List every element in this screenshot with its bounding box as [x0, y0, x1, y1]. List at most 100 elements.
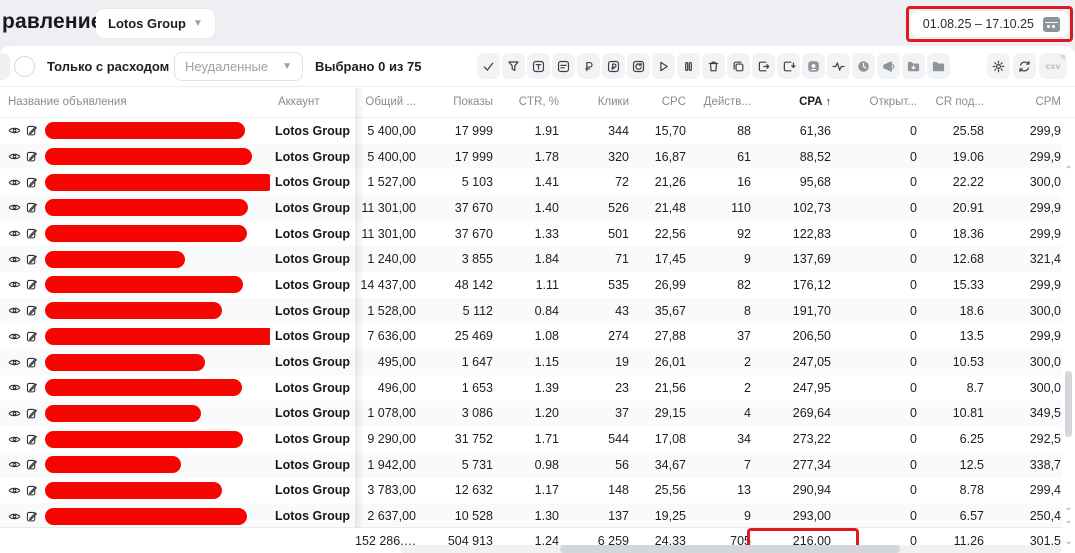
- refresh-button[interactable]: [1013, 53, 1036, 79]
- eye-icon[interactable]: [8, 356, 21, 369]
- column-header-impressions[interactable]: Показы: [430, 96, 507, 108]
- edit-icon[interactable]: [25, 381, 38, 394]
- table-row[interactable]: Lotos Group 5 400,00 17 999 1.78 320 16,87 61 8…: [0, 143, 1075, 170]
- table-row[interactable]: Lotos Group 5 400,00 17 999 1.91 344 15,70 88 6…: [0, 118, 1075, 144]
- eye-icon[interactable]: [8, 330, 21, 343]
- column-header-cpm[interactable]: CPM: [998, 96, 1075, 108]
- table-row[interactable]: Lotos Group 2 637,00 10 528 1.30 137 19,25 9 29…: [0, 503, 1075, 529]
- restart-button[interactable]: [627, 53, 650, 79]
- table-row[interactable]: Lotos Group 9 290,00 31 752 1.71 544 17,08 34 2…: [0, 426, 1075, 452]
- ruble-button[interactable]: [577, 53, 600, 79]
- eye-icon[interactable]: [8, 253, 21, 266]
- scroll-up-icon[interactable]: ⌃: [1062, 521, 1075, 531]
- edit-icon[interactable]: [25, 330, 38, 343]
- import-button[interactable]: [777, 53, 800, 79]
- scroll-down-icon[interactable]: ⌄: [1062, 537, 1075, 547]
- deleted-status-select[interactable]: Неудаленные ▼: [174, 52, 303, 81]
- column-header-cr[interactable]: CR под...: [931, 96, 998, 108]
- edit-icon[interactable]: [25, 124, 38, 137]
- table-row[interactable]: Lotos Group 7 636,00 25 469 1.08 274 27,88 37 2…: [0, 324, 1075, 350]
- edit-icon[interactable]: [25, 407, 38, 420]
- opens-cell: 0: [910, 252, 917, 267]
- column-header-opens[interactable]: Открыт...: [845, 96, 931, 108]
- filter-button[interactable]: [502, 53, 525, 79]
- edit-icon[interactable]: [25, 484, 38, 497]
- copy-button[interactable]: [727, 53, 750, 79]
- edit-icon[interactable]: [25, 433, 38, 446]
- column-header-account[interactable]: Аккаунт: [270, 96, 355, 108]
- play-button[interactable]: [652, 53, 675, 79]
- folder-button[interactable]: [927, 53, 950, 79]
- scroll-up-icon[interactable]: ⌃: [1062, 166, 1075, 176]
- edit-icon[interactable]: [25, 458, 38, 471]
- column-header-actions[interactable]: Действ...: [700, 96, 765, 108]
- edit-icon[interactable]: [25, 176, 38, 189]
- vertical-scrollbar-thumb[interactable]: [1065, 371, 1072, 437]
- account-selector[interactable]: Lotos Group ▼: [96, 9, 215, 38]
- table-row[interactable]: Lotos Group 14 437,00 48 142 1.11 535 26,99 82…: [0, 272, 1075, 298]
- title-button[interactable]: [527, 53, 550, 79]
- table-row[interactable]: Lotos Group 3 783,00 12 632 1.17 148 25,56 13 2…: [0, 478, 1075, 504]
- only-with-spend-checkbox[interactable]: [14, 56, 35, 77]
- megaphone-button[interactable]: [877, 53, 900, 79]
- edit-icon[interactable]: [25, 510, 38, 523]
- table-row[interactable]: Lotos Group 1 240,00 3 855 1.84 71 17,45 9 137,…: [0, 246, 1075, 273]
- edit-icon[interactable]: [25, 150, 38, 163]
- eye-icon[interactable]: [8, 201, 21, 214]
- eye-icon[interactable]: [8, 510, 21, 523]
- folder-add-button[interactable]: [902, 53, 925, 79]
- eye-icon[interactable]: [8, 278, 21, 291]
- actions-cell: 9: [744, 509, 751, 524]
- cpa-cell: 88,52: [799, 149, 831, 164]
- column-header-cpa[interactable]: CPA ↑: [765, 96, 845, 108]
- table-row[interactable]: Lotos Group 11 301,00 37 670 1.33 501 22,56 92…: [0, 221, 1075, 247]
- eye-icon[interactable]: [8, 150, 21, 163]
- impressions-cell: 1 647: [461, 355, 493, 370]
- table-row[interactable]: Lotos Group 1 942,00 5 731 0.98 56 34,67 7 277,…: [0, 451, 1075, 478]
- scroll-down-icon[interactable]: ⌄: [1062, 503, 1075, 513]
- eye-icon[interactable]: [8, 176, 21, 189]
- column-header-cpc[interactable]: CPC: [643, 96, 700, 108]
- table-row[interactable]: Lotos Group 495,00 1 647 1.15 19 26,01 2 247,05…: [0, 349, 1075, 375]
- edit-icon[interactable]: [25, 304, 38, 317]
- pause-button[interactable]: [677, 53, 700, 79]
- table-row[interactable]: Lotos Group 1 078,00 3 086 1.20 37 29,15 4 269,…: [0, 400, 1075, 427]
- vertical-scrollbar[interactable]: ⌃ ⌄ ⌃ ⌄: [1062, 118, 1075, 553]
- eye-icon[interactable]: [8, 458, 21, 471]
- trash-button[interactable]: [702, 53, 725, 79]
- csv-export-button[interactable]: csv: [1039, 53, 1067, 79]
- eye-icon[interactable]: [8, 381, 21, 394]
- column-header-name[interactable]: Название объявления: [0, 96, 270, 108]
- eye-icon[interactable]: [8, 124, 21, 137]
- horizontal-scrollbar[interactable]: [400, 545, 1062, 553]
- cpa-cell: 247,05: [792, 355, 831, 370]
- camera-button[interactable]: [802, 53, 825, 79]
- settings-gear-button[interactable]: [987, 53, 1010, 79]
- check-button[interactable]: [477, 53, 500, 79]
- date-range-picker[interactable]: 01.08.25 – 17.10.25: [910, 11, 1068, 37]
- edit-icon[interactable]: [25, 253, 38, 266]
- price-box-button[interactable]: [602, 53, 625, 79]
- table-row[interactable]: Lotos Group 1 528,00 5 112 0.84 43 35,67 8 191,…: [0, 297, 1075, 324]
- clock-button[interactable]: [852, 53, 875, 79]
- export-button[interactable]: [752, 53, 775, 79]
- edit-icon[interactable]: [25, 356, 38, 369]
- table-row[interactable]: Lotos Group 11 301,00 37 670 1.40 526 21,48 11…: [0, 195, 1075, 221]
- partial-clipped-button[interactable]: [0, 53, 10, 80]
- description-button[interactable]: [552, 53, 575, 79]
- edit-icon[interactable]: [25, 278, 38, 291]
- eye-icon[interactable]: [8, 484, 21, 497]
- eye-icon[interactable]: [8, 304, 21, 317]
- eye-icon[interactable]: [8, 433, 21, 446]
- horizontal-scrollbar-thumb[interactable]: [560, 545, 900, 553]
- column-header-spend[interactable]: Общий ...: [355, 96, 430, 108]
- table-row[interactable]: Lotos Group 496,00 1 653 1.39 23 21,56 2 247,95…: [0, 375, 1075, 401]
- edit-icon[interactable]: [25, 227, 38, 240]
- column-header-ctr[interactable]: CTR, %: [507, 96, 573, 108]
- edit-icon[interactable]: [25, 201, 38, 214]
- table-row[interactable]: Lotos Group 1 527,00 5 103 1.41 72 21,26 16 95,…: [0, 169, 1075, 195]
- column-header-clicks[interactable]: Клики: [573, 96, 643, 108]
- eye-icon[interactable]: [8, 227, 21, 240]
- activity-button[interactable]: [827, 53, 850, 79]
- eye-icon[interactable]: [8, 407, 21, 420]
